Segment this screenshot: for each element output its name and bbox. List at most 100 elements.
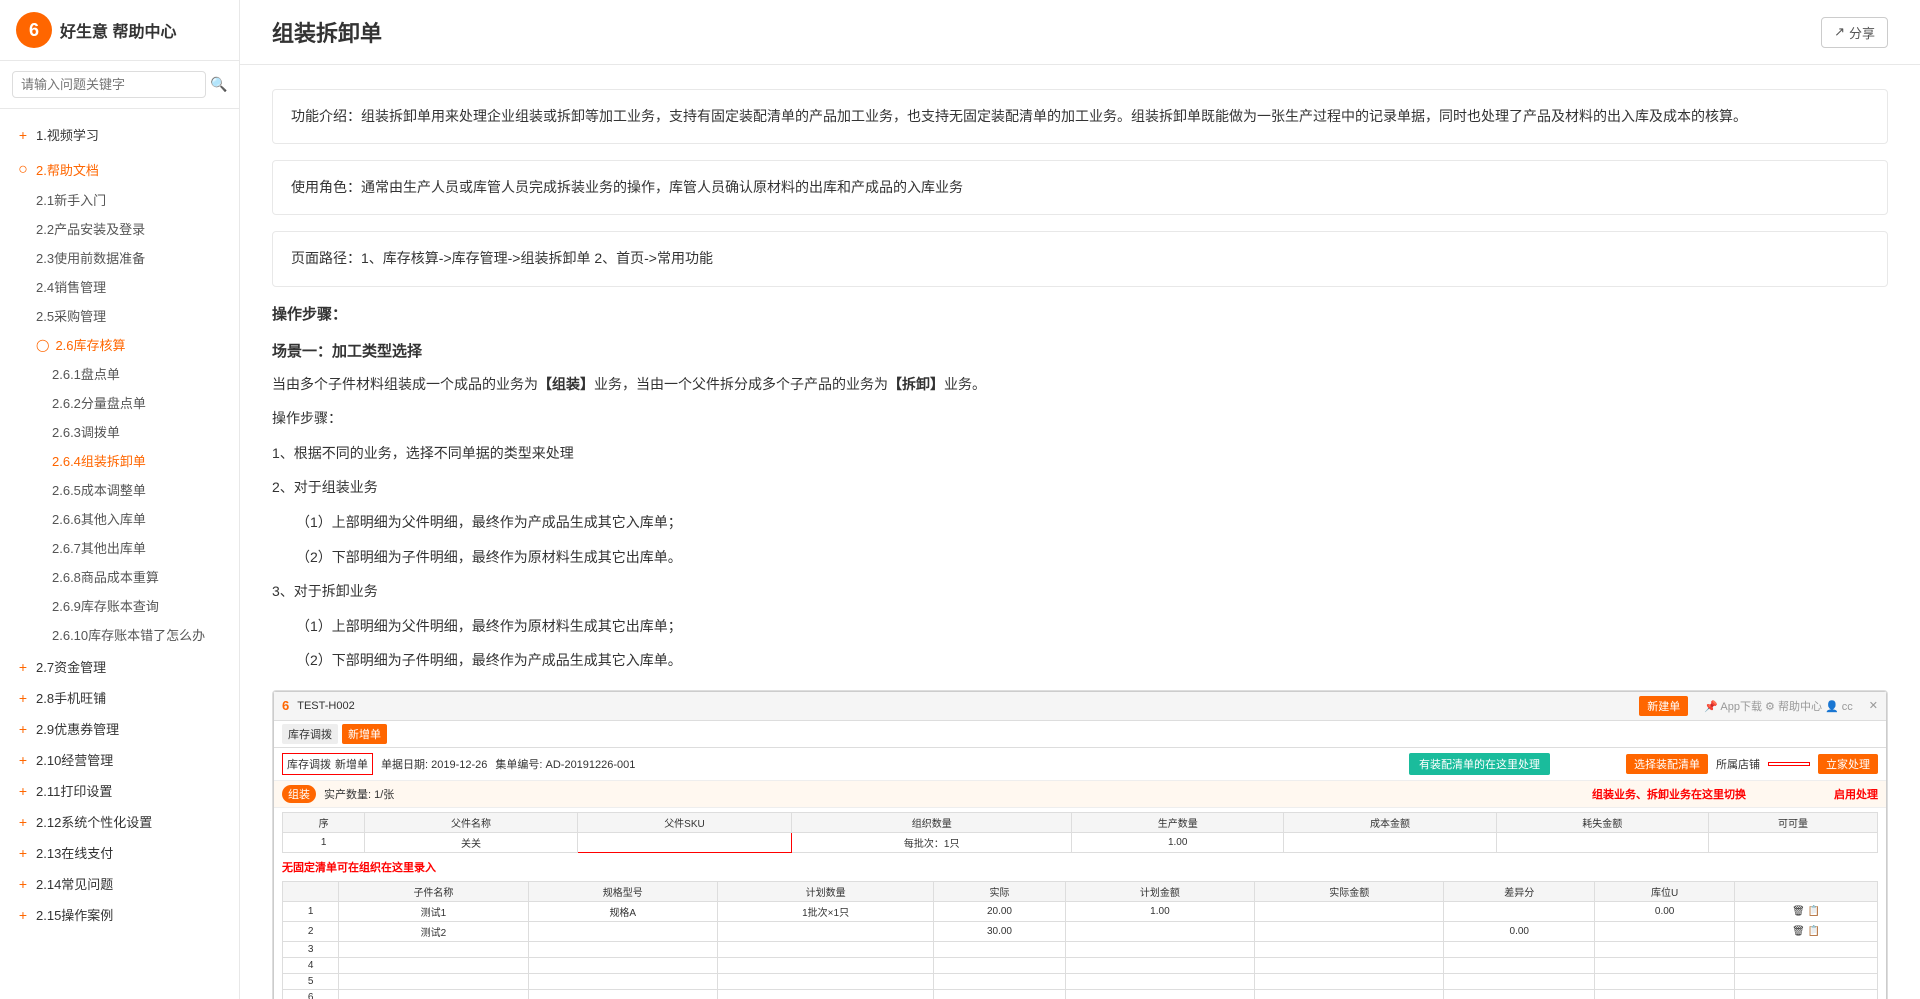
plus-icon-5: + xyxy=(16,752,30,768)
mock-switch-tag: 组装 xyxy=(282,785,316,803)
mock-input-note-text: 无固定清单可在组织在这里录入 xyxy=(282,862,436,874)
plus-icon-8: + xyxy=(16,845,30,861)
intro-block: 功能介绍：组装拆卸单用来处理企业组装或拆卸等加工业务，支持有固定装配清单的产品加… xyxy=(272,89,1888,144)
plus-icon-10: + xyxy=(16,907,30,923)
intro-text: 功能介绍：组装拆卸单用来处理企业组装或拆卸等加工业务，支持有固定装配清单的产品加… xyxy=(291,108,1747,124)
col-avail: 可可量 xyxy=(1708,812,1877,832)
sidebar-item-adjust[interactable]: 2.6.3调拨单 xyxy=(0,417,239,446)
sidebar-item-videos[interactable]: + 1.视频学习 xyxy=(0,119,239,150)
sidebar-item-sales[interactable]: 2.4销售管理 xyxy=(0,272,239,301)
sidebar-item-cost-adjust[interactable]: 2.6.5成本调整单 xyxy=(0,475,239,504)
search-button[interactable]: 🔍 xyxy=(210,76,227,93)
sidebar-item-docs-label: 2.帮助文档 xyxy=(36,160,99,179)
sub-cell-seq: 1 xyxy=(283,901,339,921)
sub-col-actual: 实际 xyxy=(934,881,1066,901)
sidebar-item-customize[interactable]: + 2.12系统个性化设置 xyxy=(0,806,239,837)
plus-icon-3: + xyxy=(16,690,30,706)
mock-type-label: 库存调拨 xyxy=(287,756,331,772)
mock-switch-number: 实产数量: 1/张 xyxy=(324,786,394,802)
sidebar-item-other-out[interactable]: 2.6.7其他出库单 xyxy=(0,533,239,562)
search-input[interactable] xyxy=(12,71,206,98)
mock-shop-input[interactable] xyxy=(1768,762,1810,766)
sidebar-item-install-label: 2.2产品安装及登录 xyxy=(36,219,145,238)
mock-close[interactable]: ✕ xyxy=(1869,699,1878,712)
mock-upper-table: 序 父件名称 父件SKU 组织数量 生产数量 成本金额 耗失金额 可可量 xyxy=(282,812,1878,853)
sidebar-item-ledger-label: 2.6.9库存账本查询 xyxy=(52,596,159,615)
sidebar-item-purchase-label: 2.5采购管理 xyxy=(36,306,106,325)
mock-form-row: 库存调拨 新增单 单据日期: 2019-12-26 集单编号: AD-20191… xyxy=(274,748,1886,781)
sidebar-item-other-in[interactable]: 2.6.6其他入库单 xyxy=(0,504,239,533)
sidebar-item-ledger-err[interactable]: 2.6.10库存账本错了怎么办 xyxy=(0,620,239,649)
mock-select-bom-btn[interactable]: 选择装配清单 xyxy=(1626,754,1708,774)
sub-col-name: 子件名称 xyxy=(339,881,528,901)
mock-process-btn[interactable]: 立家处理 xyxy=(1818,754,1878,774)
sidebar-item-split-count[interactable]: 2.6.2分量盘点单 xyxy=(0,388,239,417)
path-text: 页面路径：1、库存核算->库存管理->组装拆卸单 2、首页->常用功能 xyxy=(291,250,713,266)
sidebar-item-ledger[interactable]: 2.6.9库存账本查询 xyxy=(0,591,239,620)
sub-cell-seq: 2 xyxy=(283,921,339,941)
role-text: 使用角色：通常由生产人员或库管人员完成拆装业务的操作，库管人员确认原材料的出库和… xyxy=(291,179,963,195)
mock-new-btn[interactable]: 新建单 xyxy=(1639,696,1688,716)
logo-icon: 6 xyxy=(16,12,52,48)
scene1-desc: 当由多个子件材料组装成一个成品的业务为【组装】业务，当由一个父件拆分成多个子产品… xyxy=(272,371,1888,398)
cell-seq: 1 xyxy=(283,832,365,852)
sidebar-item-cases[interactable]: + 2.15操作案例 xyxy=(0,899,239,930)
sidebar-item-docs[interactable]: ○ 2.帮助文档 xyxy=(0,154,239,185)
sidebar-item-finance[interactable]: + 2.7资金管理 xyxy=(0,651,239,682)
share-icon: ↗ xyxy=(1834,24,1845,40)
plus-icon-9: + xyxy=(16,876,30,892)
sidebar-item-inventory[interactable]: ◯ 2.6库存核算 xyxy=(0,330,239,359)
cell-parent-sku xyxy=(577,832,792,852)
mock-switch-row: 组装 实产数量: 1/张 组装业务、拆卸业务在这里切换 启用处理 xyxy=(274,781,1886,808)
mock-logo: 6 xyxy=(282,698,289,713)
sidebar-item-mobile[interactable]: + 2.8手机旺铺 xyxy=(0,682,239,713)
sidebar-item-newbie[interactable]: 2.1新手入门 xyxy=(0,185,239,214)
plus-icon-6: + xyxy=(16,783,30,799)
sidebar-item-assembly[interactable]: 2.6.4组装拆卸单 xyxy=(0,446,239,475)
share-button[interactable]: ↗ 分享 xyxy=(1821,17,1888,48)
cell-parent-name: 关关 xyxy=(365,832,577,852)
sidebar-item-coupon-label: 2.9优惠券管理 xyxy=(36,719,119,738)
sub-cell-name: 测试1 xyxy=(339,901,528,921)
sidebar-item-payment[interactable]: + 2.13在线支付 xyxy=(0,837,239,868)
step2b: （2）下部明细为子件明细，最终作为原材料生成其它出库单。 xyxy=(272,544,1888,571)
cell-avail xyxy=(1708,832,1877,852)
sidebar-item-data[interactable]: 2.3使用前数据准备 xyxy=(0,243,239,272)
step3: 3、对于拆卸业务 xyxy=(272,578,1888,605)
mock-tab-inventory[interactable]: 库存调拨 xyxy=(282,724,338,744)
sidebar-item-print[interactable]: + 2.11打印设置 xyxy=(0,775,239,806)
sub-cell-plan: 1批次×1只 xyxy=(717,901,933,921)
sidebar-item-install[interactable]: 2.2产品安装及登录 xyxy=(0,214,239,243)
sidebar-item-faq[interactable]: + 2.14常见问题 xyxy=(0,868,239,899)
table-row: 5 xyxy=(283,973,1878,989)
mock-test-id: TEST-H002 xyxy=(297,700,354,712)
sidebar-item-cost-calc[interactable]: 2.6.8商品成本重算 xyxy=(0,562,239,591)
sidebar-item-coupon[interactable]: + 2.9优惠券管理 xyxy=(0,713,239,744)
mock-tab-new[interactable]: 新增单 xyxy=(342,724,387,744)
sidebar-item-faq-label: 2.14常见问题 xyxy=(36,874,113,893)
sidebar-item-count[interactable]: 2.6.1盘点单 xyxy=(0,359,239,388)
sidebar-item-finance-label: 2.7资金管理 xyxy=(36,657,106,676)
sidebar-item-inventory-label: 2.6库存核算 xyxy=(55,335,125,354)
role-block: 使用角色：通常由生产人员或库管人员完成拆装业务的操作，库管人员确认原材料的出库和… xyxy=(272,160,1888,215)
sub-cell-action: 🗑 📋 xyxy=(1735,901,1878,921)
step2a: （1）上部明细为父件明细，最终作为产成品生成其它入库单； xyxy=(272,509,1888,536)
share-label: 分享 xyxy=(1849,23,1875,42)
sub-col-diff: 差异分 xyxy=(1444,881,1595,901)
sub-cell-spec: 规格A xyxy=(528,901,717,921)
ops-heading: 操作步骤： xyxy=(272,303,1888,324)
col-plan-qty: 组织数量 xyxy=(792,812,1072,832)
sidebar-item-operation[interactable]: + 2.10经营管理 xyxy=(0,744,239,775)
sidebar-item-count-label: 2.6.1盘点单 xyxy=(52,364,120,383)
sub-cell-actual: 20.00 xyxy=(934,901,1066,921)
inventory-expand-icon: ◯ xyxy=(36,338,49,352)
main-content: 组装拆卸单 ↗ 分享 功能介绍：组装拆卸单用来处理企业组装或拆卸等加工业务，支持… xyxy=(240,0,1920,999)
sidebar-item-ledger-err-label: 2.6.10库存账本错了怎么办 xyxy=(52,625,205,644)
sidebar-item-mobile-label: 2.8手机旺铺 xyxy=(36,688,106,707)
cell-loss xyxy=(1496,832,1708,852)
sidebar-item-purchase[interactable]: 2.5采购管理 xyxy=(0,301,239,330)
scene1-heading-text: 场景一：加工类型选择 xyxy=(272,343,422,360)
table-row: 2 测试2 30.00 0.00 🗑 📋 xyxy=(283,921,1878,941)
sidebar-item-assembly-label: 2.6.4组装拆卸单 xyxy=(52,451,146,470)
col-seq: 序 xyxy=(283,812,365,832)
